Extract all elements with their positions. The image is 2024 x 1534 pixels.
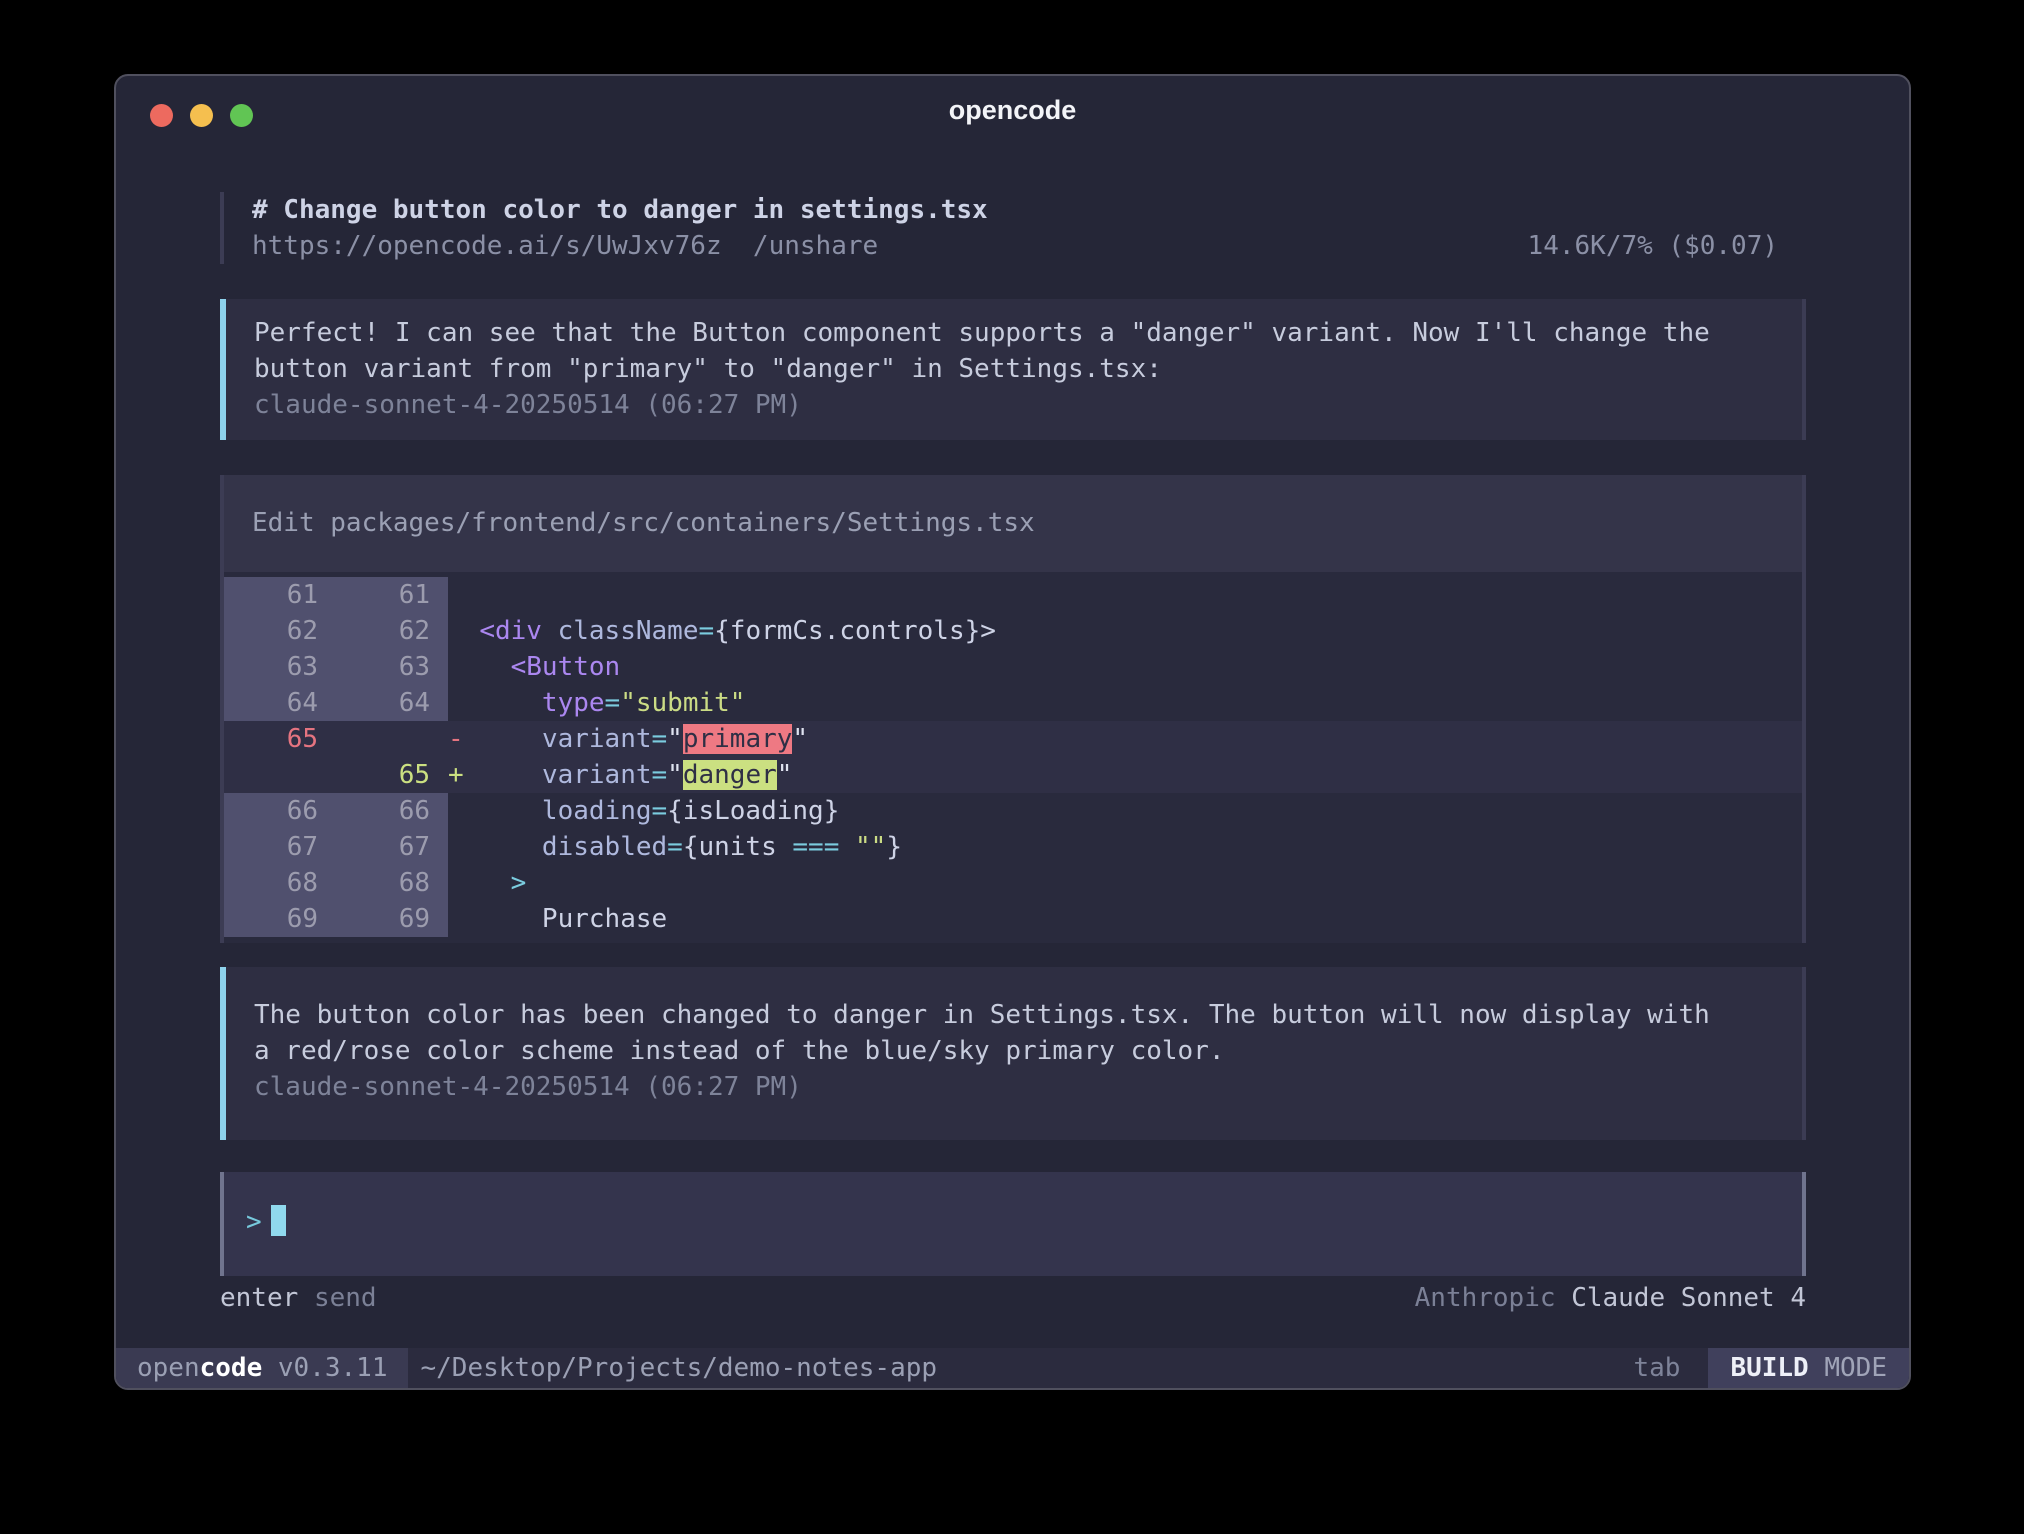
new-line-number: 61 — [336, 577, 448, 613]
message-text: Perfect! I can see that the Button compo… — [254, 315, 1716, 387]
send-hint: enter send — [220, 1280, 377, 1316]
edit-file-title: Edit packages/frontend/src/containers/Se… — [224, 475, 1802, 572]
window-title: opencode — [116, 76, 1909, 144]
terminal-window: opencode # Change button color to danger… — [114, 74, 1911, 1390]
session-links: https://opencode.ai/s/UwJxv76z /unshare — [252, 228, 878, 264]
old-line-number: 63 — [224, 649, 336, 685]
message-meta: claude-sonnet-4-20250514 (06:27 PM) — [254, 387, 1774, 423]
diff-code-line: > — [448, 865, 1802, 901]
message-text: The button color has been changed to dan… — [254, 997, 1716, 1069]
statusbar-spacer — [937, 1348, 1633, 1388]
main-area: # Change button color to danger in setti… — [116, 136, 1909, 1348]
working-directory: ~/Desktop/Projects/demo-notes-app — [420, 1348, 937, 1388]
assistant-message: The button color has been changed to dan… — [220, 967, 1806, 1140]
old-line-number: 61 — [224, 577, 336, 613]
diff-row: 6969 Purchase — [224, 901, 1802, 937]
model-indicator: Anthropic Claude Sonnet 4 — [1415, 1280, 1806, 1316]
diff-code-line: type="submit" — [448, 685, 1802, 721]
diff-row: 6161 — [224, 577, 1802, 613]
app-version-chip: opencode v0.3.11 — [116, 1348, 408, 1388]
prompt-input[interactable]: > — [220, 1172, 1806, 1276]
diff-code-line: <Button — [448, 649, 1802, 685]
session-subheader: https://opencode.ai/s/UwJxv76z /unshare … — [224, 228, 1806, 264]
minimize-icon[interactable] — [190, 104, 213, 127]
old-line-number: 67 — [224, 829, 336, 865]
titlebar: opencode — [116, 76, 1909, 136]
old-line-number: 69 — [224, 901, 336, 937]
unshare-command: /unshare — [753, 231, 878, 261]
new-line-number: 66 — [336, 793, 448, 829]
new-line-number: 62 — [336, 613, 448, 649]
zoom-icon[interactable] — [230, 104, 253, 127]
send-hint-key: enter — [220, 1283, 298, 1313]
diff-rows: 61616262 <div className={formCs.controls… — [224, 572, 1802, 943]
diff-code-line: loading={isLoading} — [448, 793, 1802, 829]
hint-row: enter send Anthropic Claude Sonnet 4 — [220, 1280, 1806, 1316]
tab-key-hint[interactable]: tab — [1633, 1348, 1680, 1388]
diff-row: 6363 <Button — [224, 649, 1802, 685]
old-line-number: 64 — [224, 685, 336, 721]
diff-code-line: <div className={formCs.controls}> — [448, 613, 1802, 649]
edit-tool-block: Edit packages/frontend/src/containers/Se… — [220, 475, 1806, 943]
app-version: v0.3.11 — [278, 1353, 388, 1383]
new-line-number: 69 — [336, 901, 448, 937]
new-line-number — [336, 721, 448, 757]
provider-name: Anthropic — [1415, 1283, 1556, 1313]
old-line-number — [224, 757, 336, 793]
model-name: Claude Sonnet 4 — [1571, 1283, 1806, 1313]
session-header: # Change button color to danger in setti… — [220, 192, 1806, 264]
new-line-number: 65 — [336, 757, 448, 793]
token-usage: 14.6K/7% ($0.07) — [1528, 228, 1778, 264]
diff-row: 6262 <div className={formCs.controls}> — [224, 613, 1802, 649]
diff-code-line — [448, 577, 1802, 613]
diff-row: 6464 type="submit" — [224, 685, 1802, 721]
mode-badge-rest: MODE — [1824, 1353, 1887, 1383]
brand-suffix: code — [200, 1353, 263, 1383]
new-line-number: 68 — [336, 865, 448, 901]
assistant-message: Perfect! I can see that the Button compo… — [220, 299, 1806, 440]
close-icon[interactable] — [150, 104, 173, 127]
diff-row: 65+ variant="danger" — [224, 757, 1802, 793]
brand-prefix: open — [137, 1353, 200, 1383]
diff-code-line: + variant="danger" — [448, 757, 1802, 793]
old-line-number: 62 — [224, 613, 336, 649]
old-line-number: 68 — [224, 865, 336, 901]
diff-code-line: disabled={units === ""} — [448, 829, 1802, 865]
send-hint-action: send — [314, 1283, 377, 1313]
session-url: https://opencode.ai/s/UwJxv76z — [252, 231, 722, 261]
new-line-number: 67 — [336, 829, 448, 865]
diff-row: 65 - variant="primary" — [224, 721, 1802, 757]
text-cursor — [271, 1205, 286, 1236]
session-title: # Change button color to danger in setti… — [224, 192, 1806, 228]
diff-code-line: Purchase — [448, 901, 1802, 937]
diff-row: 6666 loading={isLoading} — [224, 793, 1802, 829]
diff-row: 6868 > — [224, 865, 1802, 901]
old-line-number: 66 — [224, 793, 336, 829]
new-line-number: 64 — [336, 685, 448, 721]
status-bar: opencode v0.3.11 ~/Desktop/Projects/demo… — [116, 1348, 1909, 1388]
old-line-number: 65 — [224, 721, 336, 757]
traffic-lights — [150, 104, 253, 127]
diff-code-line: - variant="primary" — [448, 721, 1802, 757]
prompt-symbol: > — [246, 1207, 262, 1237]
new-line-number: 63 — [336, 649, 448, 685]
message-meta: claude-sonnet-4-20250514 (06:27 PM) — [254, 1069, 1774, 1105]
mode-badge-bold: BUILD — [1730, 1353, 1808, 1383]
diff-row: 6767 disabled={units === ""} — [224, 829, 1802, 865]
mode-badge[interactable]: BUILD MODE — [1708, 1348, 1909, 1388]
